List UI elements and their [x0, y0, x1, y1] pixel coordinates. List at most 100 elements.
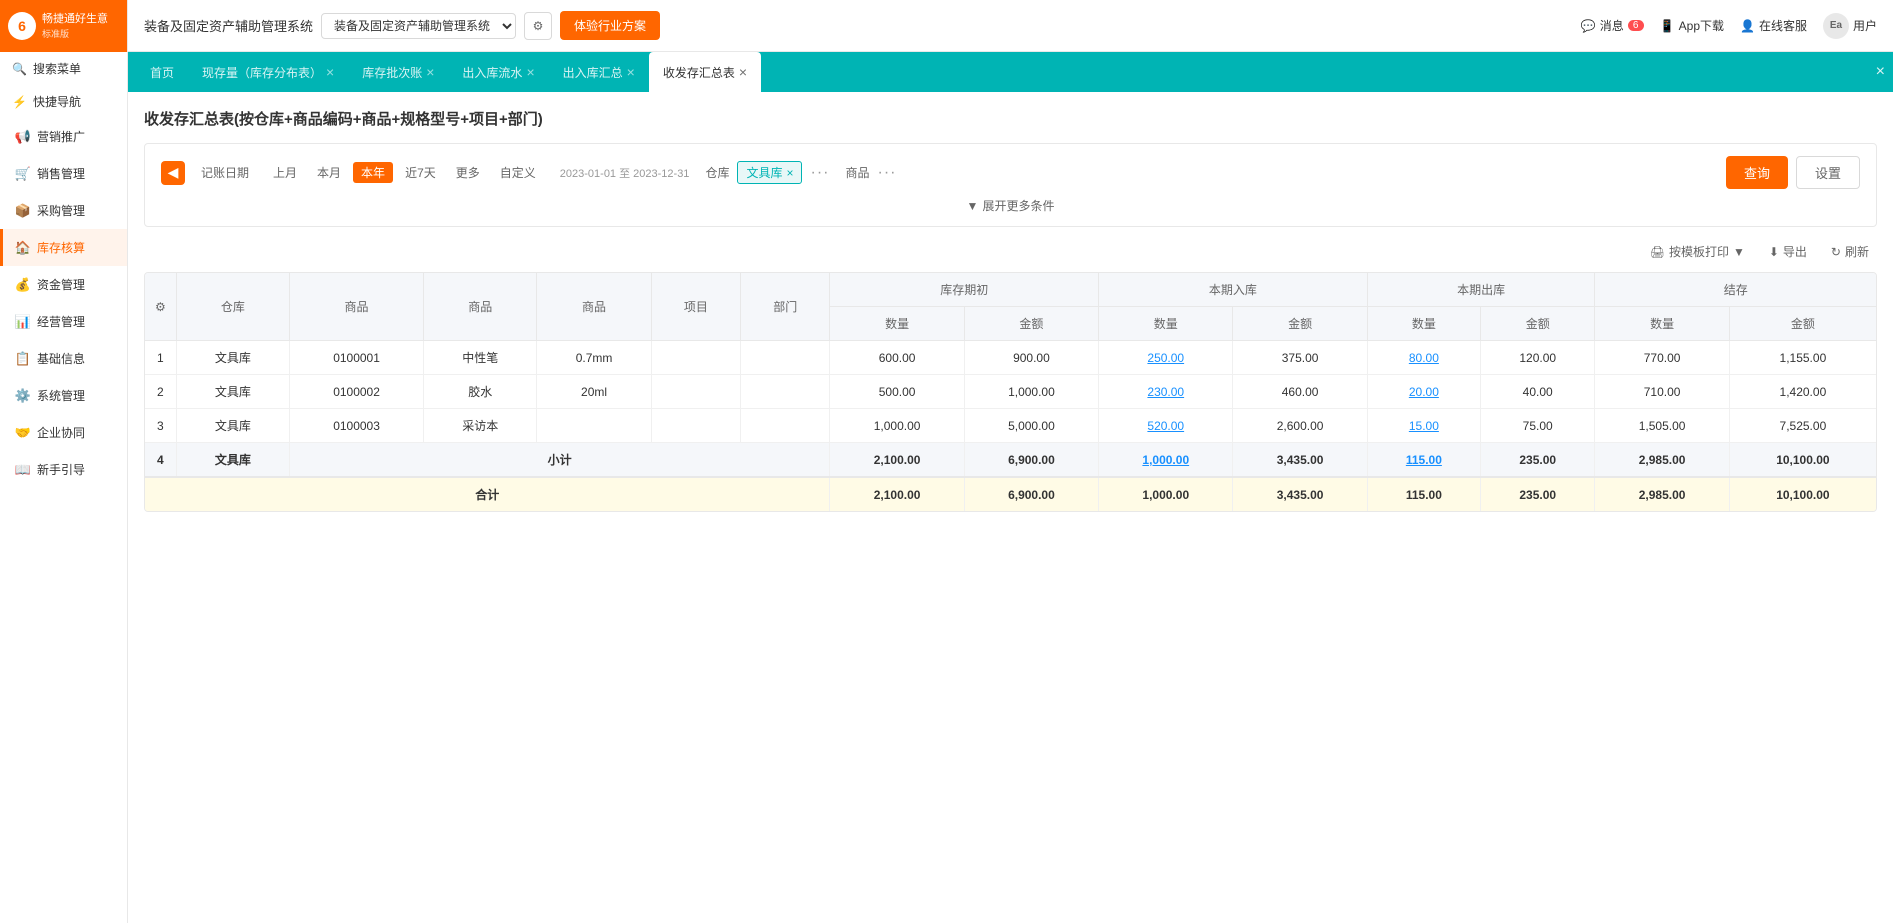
subtotal-in-qty-link[interactable]: 1,000.00 [1142, 453, 1189, 467]
tab-home-label: 首页 [150, 64, 174, 81]
trial-button[interactable]: 体验行业方案 [560, 11, 660, 40]
out-qty-link[interactable]: 15.00 [1409, 419, 1439, 433]
date-custom[interactable]: 自定义 [492, 162, 544, 183]
close-all-tabs[interactable]: × [1876, 63, 1885, 81]
sidebar-item-basic[interactable]: 📋 基础信息 [0, 340, 127, 377]
cell-in-qty[interactable]: 1,000.00 [1099, 443, 1233, 478]
sidebar-item-inventory[interactable]: 🏠 库存核算 [0, 229, 127, 266]
in-qty-link[interactable]: 230.00 [1147, 385, 1184, 399]
th-settings[interactable]: ⚙ [145, 273, 176, 341]
purchase-icon: 📦 [15, 203, 31, 219]
goods-more-dots[interactable]: ··· [877, 164, 896, 182]
cell-project [651, 375, 740, 409]
tab-batch[interactable]: 库存批次账 × [348, 52, 448, 92]
sidebar-item-system[interactable]: ⚙️ 系统管理 [0, 377, 127, 414]
tab-receive-summary[interactable]: 收发存汇总表 × [649, 52, 761, 92]
cell-dept [741, 409, 830, 443]
cell-close-amt: 1,420.00 [1729, 375, 1876, 409]
cell-project [651, 341, 740, 375]
enterprise-icon: 🤝 [15, 425, 31, 441]
sidebar-logo: 6 畅捷通好生意 标准版 [0, 0, 127, 52]
total-open-amt: 6,900.00 [964, 477, 1098, 511]
cell-subtotal-label: 小计 [289, 443, 830, 478]
date-range-display: 2023-01-01 至 2023-12-31 [560, 165, 690, 181]
cell-open-qty: 500.00 [830, 375, 964, 409]
tab-summary[interactable]: 出入库汇总 × [549, 52, 649, 92]
th-dept: 部门 [741, 273, 830, 341]
sidebar: 6 畅捷通好生意 标准版 🔍 搜索菜单 ⚡ 快捷导航 📢 营销推广 🛒 销售管理… [0, 0, 128, 923]
sidebar-item-enterprise[interactable]: 🤝 企业协同 [0, 414, 127, 451]
gear-button[interactable]: ⚙ [524, 12, 552, 40]
warehouse-more-dots[interactable]: ··· [810, 164, 829, 182]
quick-nav-item[interactable]: ⚡ 快捷导航 [0, 85, 127, 118]
sidebar-item-label: 企业协同 [37, 424, 85, 441]
sidebar-item-finance[interactable]: 💰 资金管理 [0, 266, 127, 303]
cell-in-qty[interactable]: 250.00 [1099, 341, 1233, 375]
cell-out-qty[interactable]: 115.00 [1367, 443, 1480, 478]
warehouse-tag[interactable]: 文具库 × [737, 161, 802, 184]
warehouse-filter: 仓库 文具库 × ··· [705, 161, 829, 184]
date-more[interactable]: 更多 [448, 162, 488, 183]
th-out: 本期出库 [1367, 273, 1595, 307]
table-toolbar: 🖨 按模板打印 ▼ ⬇ 导出 ↻ 刷新 [144, 239, 1877, 264]
cell-out-qty[interactable]: 15.00 [1367, 409, 1480, 443]
cell-out-qty[interactable]: 20.00 [1367, 375, 1480, 409]
tab-receive-summary-close[interactable]: × [739, 65, 747, 79]
cell-in-qty[interactable]: 520.00 [1099, 409, 1233, 443]
tab-flow-label: 出入库流水 [462, 64, 522, 81]
cell-out-qty[interactable]: 80.00 [1367, 341, 1480, 375]
sidebar-item-operations[interactable]: 📊 经营管理 [0, 303, 127, 340]
total-row: 合计 2,100.00 6,900.00 1,000.00 3,435.00 1… [145, 477, 1876, 511]
cell-close-qty: 2,985.00 [1595, 443, 1729, 478]
out-qty-link[interactable]: 80.00 [1409, 351, 1439, 365]
sidebar-item-guide[interactable]: 📖 新手引导 [0, 451, 127, 488]
print-button[interactable]: 🖨 按模板打印 ▼ [1642, 239, 1753, 264]
subtotal-out-qty-link[interactable]: 115.00 [1406, 453, 1442, 467]
message-button[interactable]: 💬 消息 6 [1581, 17, 1644, 34]
search-menu-item[interactable]: 🔍 搜索菜单 [0, 52, 127, 85]
tab-flow-close[interactable]: × [526, 65, 534, 79]
app-download-button[interactable]: 📱 App下载 [1660, 17, 1724, 34]
system-select[interactable]: 装备及固定资产辅助管理系统 [321, 13, 516, 39]
user-button[interactable]: Ea 用户 [1823, 13, 1877, 39]
sales-icon: 🛒 [15, 166, 31, 182]
date-last-month[interactable]: 上月 [265, 162, 305, 183]
expand-more-button[interactable]: ▼ 展开更多条件 [967, 197, 1055, 214]
tab-inventory-dist-close[interactable]: × [326, 65, 334, 79]
tab-batch-close[interactable]: × [426, 65, 434, 79]
total-label: 合计 [145, 477, 830, 511]
refresh-button[interactable]: ↻ 刷新 [1823, 239, 1877, 264]
tab-inventory-dist[interactable]: 现存量（库存分布表） × [188, 52, 348, 92]
date-7days[interactable]: 近7天 [397, 162, 444, 183]
cell-code: 0100002 [289, 375, 423, 409]
tab-home[interactable]: 首页 [136, 52, 188, 92]
date-this-year[interactable]: 本年 [353, 162, 393, 183]
in-qty-link[interactable]: 250.00 [1147, 351, 1184, 365]
export-button[interactable]: ⬇ 导出 [1761, 239, 1815, 264]
sidebar-item-purchase[interactable]: 📦 采购管理 [0, 192, 127, 229]
filter-toggle-button[interactable]: ◀ [161, 161, 185, 185]
cell-in-qty[interactable]: 230.00 [1099, 375, 1233, 409]
date-this-month[interactable]: 本月 [309, 162, 349, 183]
tab-summary-close[interactable]: × [627, 65, 635, 79]
sidebar-item-marketing[interactable]: 📢 营销推广 [0, 118, 127, 155]
sidebar-item-sales[interactable]: 🛒 销售管理 [0, 155, 127, 192]
out-qty-link[interactable]: 20.00 [1409, 385, 1439, 399]
cell-out-amt: 40.00 [1480, 375, 1594, 409]
tab-flow[interactable]: 出入库流水 × [448, 52, 548, 92]
th-out-qty: 数量 [1367, 307, 1480, 341]
cell-index: 2 [145, 375, 176, 409]
cell-dept [741, 375, 830, 409]
main-area: 装备及固定资产辅助管理系统 装备及固定资产辅助管理系统 ⚙ 体验行业方案 💬 消… [128, 0, 1893, 923]
topbar: 装备及固定资产辅助管理系统 装备及固定资产辅助管理系统 ⚙ 体验行业方案 💬 消… [128, 0, 1893, 52]
tab-summary-label: 出入库汇总 [563, 64, 623, 81]
filter-area: ◀ 记账日期 上月 本月 本年 近7天 更多 自定义 2023-01-01 至 … [144, 143, 1877, 227]
settings-button[interactable]: 设置 [1796, 156, 1860, 189]
in-qty-link[interactable]: 520.00 [1147, 419, 1184, 433]
cell-open-qty: 2,100.00 [830, 443, 964, 478]
query-button[interactable]: 查询 [1726, 156, 1788, 189]
online-service-button[interactable]: 👤 在线客服 [1740, 17, 1807, 34]
cell-open-qty: 600.00 [830, 341, 964, 375]
goods-label: 商品 [845, 164, 869, 181]
warehouse-tag-close[interactable]: × [786, 166, 793, 180]
